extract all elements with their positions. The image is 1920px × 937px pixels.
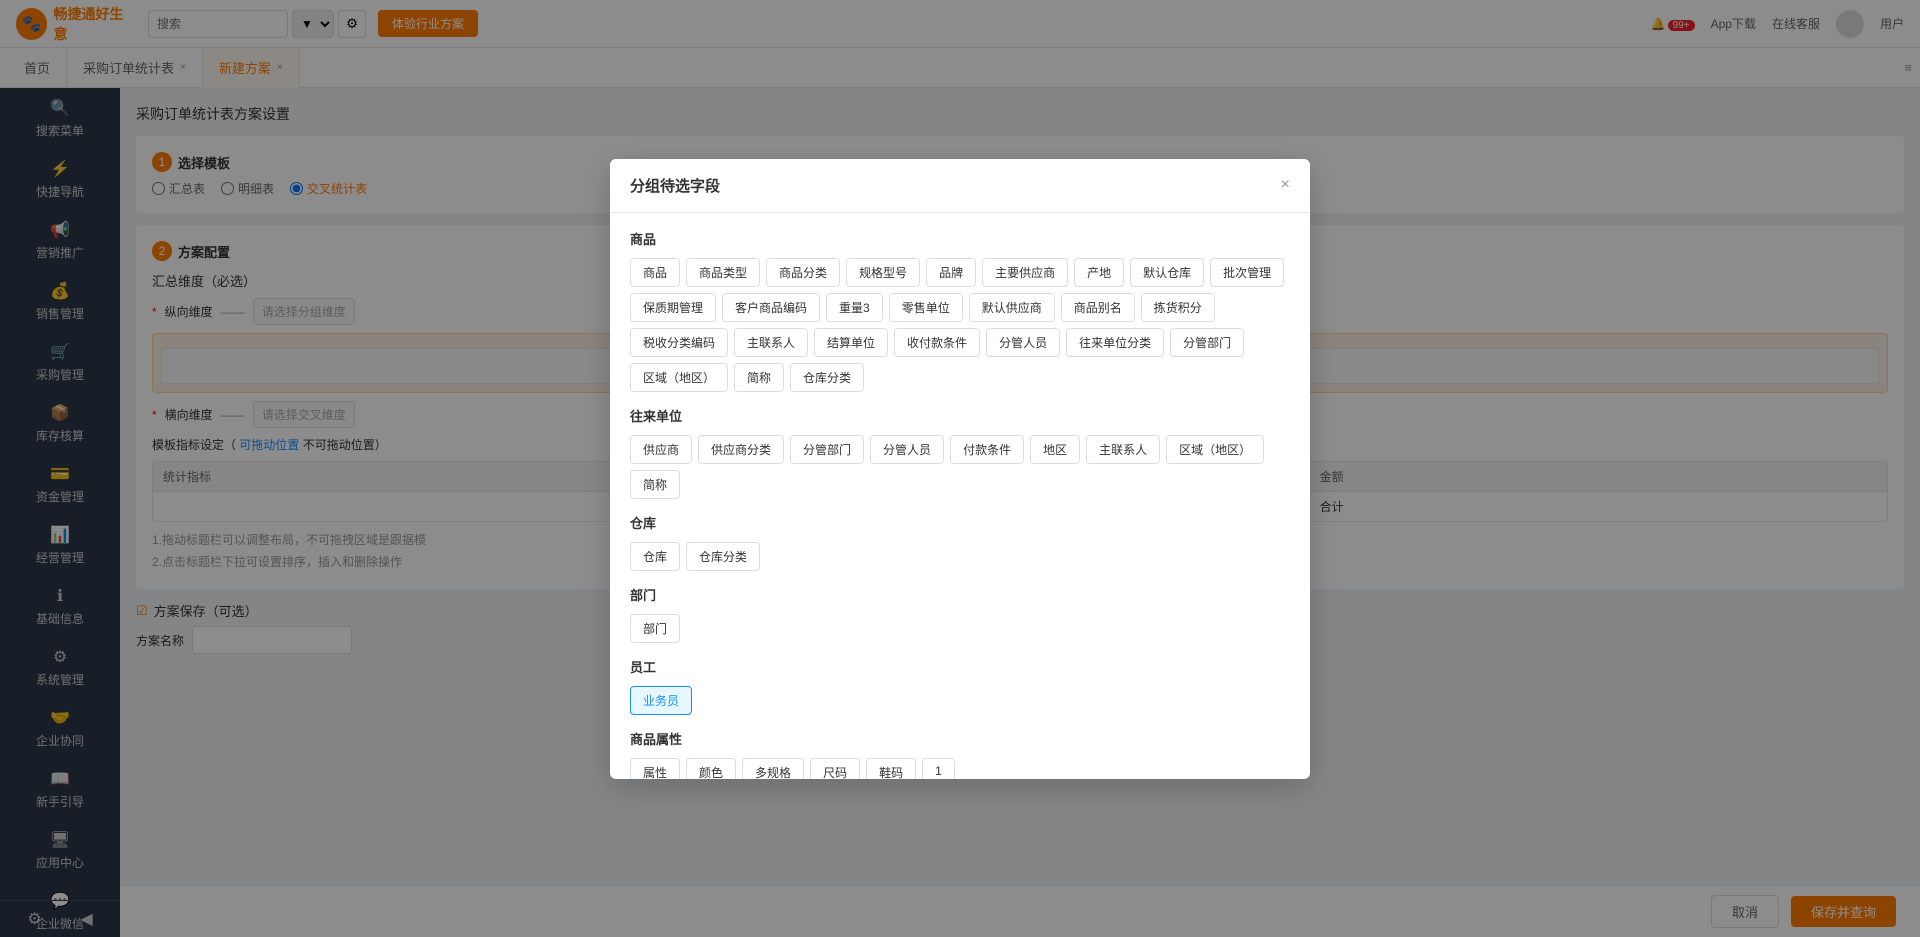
field-tag[interactable]: 简称 [734, 363, 784, 392]
field-tag[interactable]: 默认供应商 [969, 293, 1055, 322]
fields-grid-partner: 供应商供应商分类分管部门分管人员付款条件地区主联系人区域（地区） 简称 [630, 435, 1290, 499]
fields-grid-employee: 业务员 [630, 686, 1290, 715]
field-tag[interactable]: 分管人员 [986, 328, 1060, 357]
modal-title: 分组待选字段 [630, 175, 720, 196]
field-tag[interactable]: 规格型号 [846, 258, 920, 287]
field-tag[interactable]: 分管人员 [870, 435, 944, 464]
field-tag[interactable]: 供应商 [630, 435, 692, 464]
section-title-goods-attr: 商品属性 [630, 729, 1290, 748]
field-tag[interactable]: 税收分类编码 [630, 328, 728, 357]
field-tag[interactable]: 鞋码 [866, 758, 916, 779]
section-title-warehouse: 仓库 [630, 513, 1290, 532]
field-tag[interactable]: 主联系人 [734, 328, 808, 357]
field-tag[interactable]: 默认仓库 [1130, 258, 1204, 287]
field-tag[interactable]: 仓库分类 [686, 542, 760, 571]
field-tag[interactable]: 批次管理 [1210, 258, 1284, 287]
section-title-dept: 部门 [630, 585, 1290, 604]
field-tag[interactable]: 分管部门 [790, 435, 864, 464]
field-tag[interactable]: 颜色 [686, 758, 736, 779]
section-title-partner: 往来单位 [630, 406, 1290, 425]
field-tag[interactable]: 简称 [630, 470, 680, 499]
field-tag[interactable]: 区域（地区） [1166, 435, 1264, 464]
field-tag[interactable]: 供应商分类 [698, 435, 784, 464]
field-tag[interactable]: 仓库分类 [790, 363, 864, 392]
field-tag[interactable]: 产地 [1074, 258, 1124, 287]
field-tag[interactable]: 收付款条件 [894, 328, 980, 357]
modal: 分组待选字段 × 商品 商品商品类型商品分类规格型号品牌主要供应商产地默认仓库批… [610, 159, 1310, 779]
fields-grid-dept: 部门 [630, 614, 1290, 643]
field-tag[interactable]: 结算单位 [814, 328, 888, 357]
field-tag[interactable]: 商品别名 [1061, 293, 1135, 322]
field-tag[interactable]: 业务员 [630, 686, 692, 715]
field-tag[interactable]: 部门 [630, 614, 680, 643]
modal-close-button[interactable]: × [1281, 176, 1290, 194]
field-tag[interactable]: 地区 [1030, 435, 1080, 464]
field-tag[interactable]: 区域（地区） [630, 363, 728, 392]
section-title-employee: 员工 [630, 657, 1290, 676]
field-tag[interactable]: 保质期管理 [630, 293, 716, 322]
field-tag[interactable]: 主要供应商 [982, 258, 1068, 287]
section-title-goods: 商品 [630, 229, 1290, 248]
field-tag[interactable]: 拣货积分 [1141, 293, 1215, 322]
fields-grid-goods-attr: 属性颜色多规格尺码鞋码 1 [630, 758, 1290, 779]
fields-grid-goods: 商品商品类型商品分类规格型号品牌主要供应商产地默认仓库批次管理保质期管理客户商品… [630, 258, 1290, 392]
field-tag[interactable]: 分管部门 [1170, 328, 1244, 357]
field-tag[interactable]: 仓库 [630, 542, 680, 571]
fields-grid-warehouse: 仓库仓库分类 [630, 542, 1290, 571]
field-tag[interactable]: 1 [922, 758, 955, 779]
field-tag[interactable]: 付款条件 [950, 435, 1024, 464]
field-tag[interactable]: 主联系人 [1086, 435, 1160, 464]
field-tag[interactable]: 商品分类 [766, 258, 840, 287]
field-tag[interactable]: 多规格 [742, 758, 804, 779]
field-tag[interactable]: 重量3 [826, 293, 883, 322]
modal-header: 分组待选字段 × [610, 159, 1310, 213]
field-tag[interactable]: 客户商品编码 [722, 293, 820, 322]
field-tag[interactable]: 商品 [630, 258, 680, 287]
field-tag[interactable]: 品牌 [926, 258, 976, 287]
modal-body: 商品 商品商品类型商品分类规格型号品牌主要供应商产地默认仓库批次管理保质期管理客… [610, 213, 1310, 779]
field-tag[interactable]: 尺码 [810, 758, 860, 779]
field-tag[interactable]: 商品类型 [686, 258, 760, 287]
field-tag[interactable]: 零售单位 [889, 293, 963, 322]
field-tag[interactable]: 往来单位分类 [1066, 328, 1164, 357]
field-tag[interactable]: 属性 [630, 758, 680, 779]
modal-overlay: 分组待选字段 × 商品 商品商品类型商品分类规格型号品牌主要供应商产地默认仓库批… [0, 0, 1920, 937]
